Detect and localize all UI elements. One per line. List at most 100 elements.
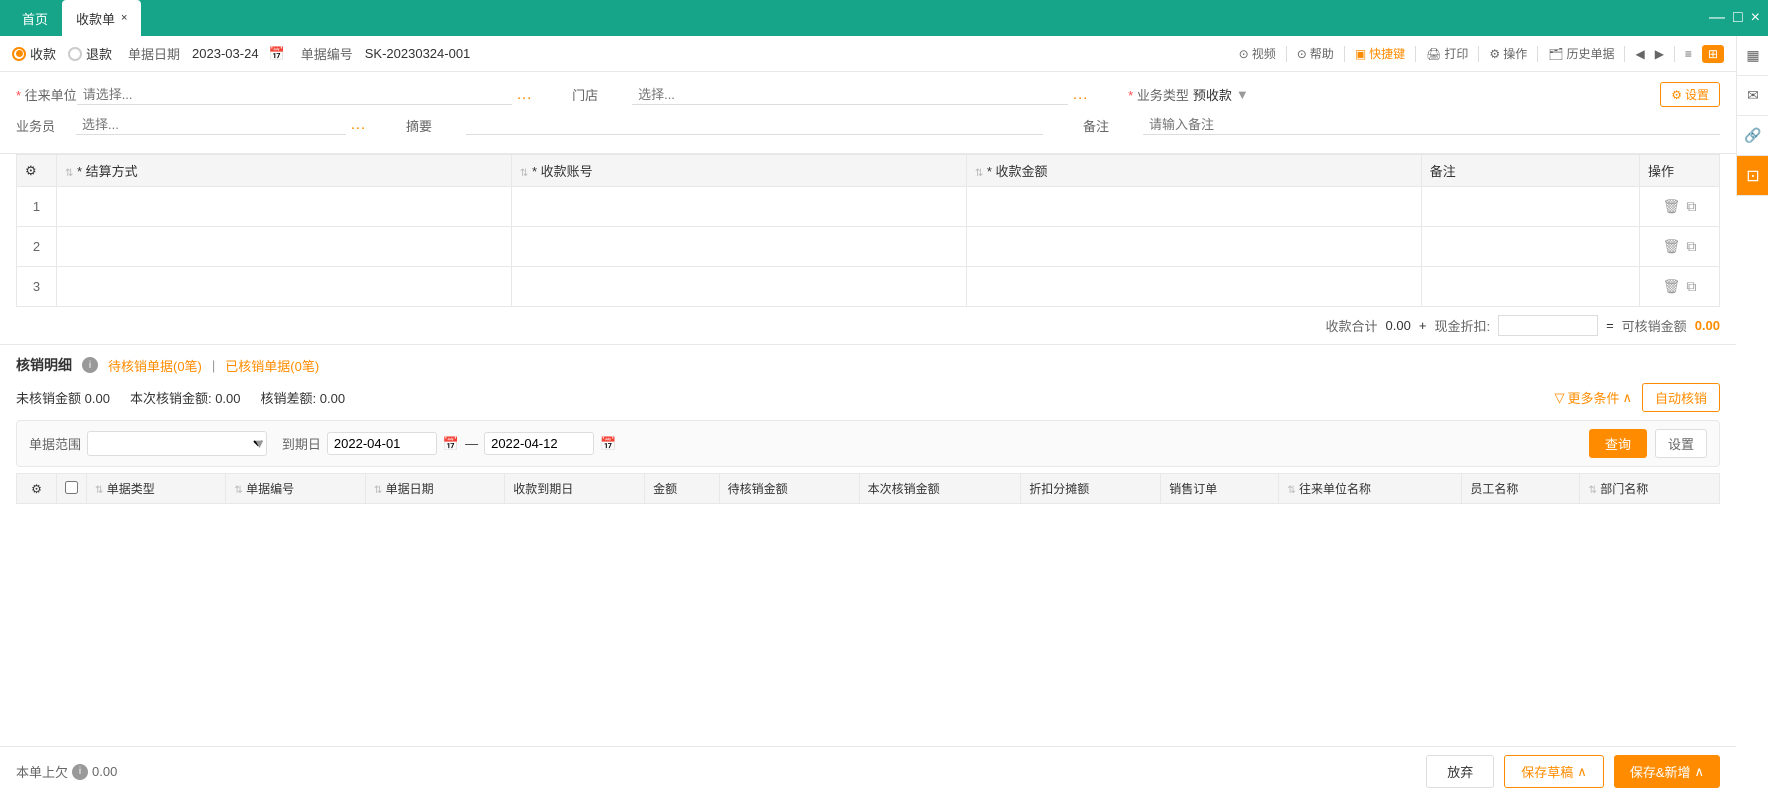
diff-item: 核销差额: 0.00 bbox=[261, 388, 346, 407]
prev-order-info-icon[interactable]: i bbox=[72, 764, 88, 780]
cell-account-1[interactable] bbox=[511, 187, 966, 227]
cell-amount-3[interactable] bbox=[966, 267, 1421, 307]
number-field: 单据编号 SK-20230324-001 bbox=[301, 44, 471, 63]
delete-icon-2[interactable]: 🗑 bbox=[1663, 238, 1681, 255]
delete-icon-1[interactable]: 🗑 bbox=[1663, 198, 1681, 215]
history-btn[interactable]: 🗂 历史单据 bbox=[1548, 45, 1614, 62]
save-new-button[interactable]: 保存&新增 ∧ bbox=[1614, 755, 1720, 788]
sidebar-table-btn[interactable]: ▦ bbox=[1737, 36, 1768, 76]
cell-amount-1[interactable] bbox=[966, 187, 1421, 227]
summary-input[interactable] bbox=[466, 115, 1043, 135]
calendar-icon[interactable]: 📅 bbox=[269, 46, 285, 62]
cell-account-2[interactable] bbox=[511, 227, 966, 267]
equals-sign: = bbox=[1606, 318, 1614, 333]
prev-order-value: 0.00 bbox=[92, 764, 117, 779]
print-btn[interactable]: 🖨 打印 bbox=[1426, 45, 1468, 62]
done-tab[interactable]: 已核销单据(0笔) bbox=[225, 356, 319, 375]
store-input[interactable] bbox=[632, 85, 1068, 105]
table-row: 2 🗑 ⧉ bbox=[17, 227, 1720, 267]
cell-action-1: 🗑 ⧉ bbox=[1640, 187, 1720, 227]
cell-remark-2[interactable] bbox=[1421, 227, 1639, 267]
settings-button[interactable]: ⚙ 设置 bbox=[1660, 82, 1720, 107]
tab-home-label: 首页 bbox=[22, 9, 48, 28]
query-form: 单据范围 ▼ 到期日 📅 — 📅 bbox=[16, 420, 1720, 467]
help-btn[interactable]: ⊙ 帮助 bbox=[1297, 45, 1334, 62]
counterpart-input[interactable] bbox=[77, 85, 512, 105]
radio-shoukuan[interactable]: 收款 bbox=[12, 44, 56, 63]
cell-remark-1[interactable] bbox=[1421, 187, 1639, 227]
writeoff-table-wrap: ⚙ ⇅ 单据类型 ⇅ 单据编号 ⇅ 单据日期 收款到期日 金额 待核销金额 bbox=[16, 473, 1720, 746]
radio-tuikuan[interactable]: 退款 bbox=[68, 44, 112, 63]
pending-tab[interactable]: 待核销单据(0笔) bbox=[108, 356, 202, 375]
counterpart-more-icon[interactable]: … bbox=[516, 86, 532, 104]
date-from-input[interactable] bbox=[327, 432, 437, 455]
table-row: 3 🗑 ⧉ bbox=[17, 267, 1720, 307]
nav-right-btn[interactable]: ▶ bbox=[1655, 47, 1664, 61]
more-conditions-label: 更多条件 bbox=[1567, 388, 1619, 407]
range-select[interactable] bbox=[87, 431, 267, 456]
form-area: 往来单位 … 门店 … 业务类型 预收款 ▼ bbox=[0, 72, 1736, 154]
salesperson-input[interactable] bbox=[76, 115, 346, 135]
date-to-input[interactable] bbox=[484, 432, 594, 455]
nav-left-btn[interactable]: ◀ bbox=[1635, 47, 1644, 61]
operation-label: 操作 bbox=[1503, 45, 1527, 62]
gear-icon: ⚙ bbox=[1671, 88, 1682, 102]
info-icon[interactable]: i bbox=[82, 357, 98, 373]
cell-remark-3[interactable] bbox=[1421, 267, 1639, 307]
minimize-icon[interactable]: — bbox=[1709, 9, 1725, 27]
cell-account-3[interactable] bbox=[511, 267, 966, 307]
unchecked-label: 未核销金额 bbox=[16, 391, 81, 406]
col-gear-bottom[interactable]: ⚙ bbox=[17, 474, 57, 504]
video-btn[interactable]: ⊙ 视频 bbox=[1239, 45, 1276, 62]
copy-icon-1[interactable]: ⧉ bbox=[1686, 198, 1696, 215]
select-all-checkbox[interactable] bbox=[65, 481, 78, 494]
counterpart-label: 往来单位 bbox=[16, 85, 77, 104]
auto-writeoff-button[interactable]: 自动核销 bbox=[1642, 383, 1720, 412]
business-type-label: 业务类型 bbox=[1128, 85, 1189, 104]
maximize-icon[interactable]: □ bbox=[1733, 9, 1743, 27]
cell-settlement-3[interactable] bbox=[57, 267, 512, 307]
cell-settlement-1[interactable] bbox=[57, 187, 512, 227]
col-checkbox[interactable] bbox=[57, 474, 87, 504]
col-gear[interactable]: ⚙ bbox=[17, 155, 57, 187]
calendar-from-icon[interactable]: 📅 bbox=[443, 436, 459, 452]
cell-settlement-2[interactable] bbox=[57, 227, 512, 267]
save-draft-button[interactable]: 保存草稿 ∧ bbox=[1504, 755, 1604, 788]
tab-home[interactable]: 首页 bbox=[8, 0, 62, 36]
grid-view-btn[interactable]: ⊞ bbox=[1702, 45, 1724, 63]
sidebar-camera-btn[interactable]: ⊡ bbox=[1737, 156, 1768, 196]
writeoff-section: 核销明细 i 待核销单据(0笔) | 已核销单据(0笔) 未核销金额 0.00 bbox=[0, 345, 1736, 746]
query-settings-button[interactable]: 设置 bbox=[1655, 429, 1707, 458]
calendar-to-icon[interactable]: 📅 bbox=[600, 436, 616, 452]
col-amount: ⇅ * 收款金额 bbox=[966, 155, 1421, 187]
shortcut-btn[interactable]: ▣ 快捷键 bbox=[1355, 45, 1405, 62]
abandon-button[interactable]: 放弃 bbox=[1426, 755, 1494, 788]
query-button[interactable]: 查询 bbox=[1589, 429, 1647, 458]
tab-close-icon[interactable]: × bbox=[121, 12, 127, 24]
tab-current[interactable]: 收款单 × bbox=[62, 0, 141, 36]
summary-row: 未核销金额 0.00 本次核销金额: 0.00 核销差额: 0.00 ▽ bbox=[16, 383, 1720, 412]
current-item: 本次核销金额: 0.00 bbox=[130, 388, 241, 407]
cell-amount-2[interactable] bbox=[966, 227, 1421, 267]
business-type-dropdown-icon[interactable]: ▼ bbox=[1236, 87, 1249, 102]
settings-btn-label: 设置 bbox=[1685, 86, 1709, 103]
operation-btn[interactable]: ⚙ 操作 bbox=[1489, 45, 1527, 62]
sidebar-attach-btn[interactable]: 🔗 bbox=[1737, 116, 1768, 156]
remark-input[interactable] bbox=[1143, 115, 1720, 135]
list-view-btn[interactable]: ≡ bbox=[1685, 47, 1692, 61]
right-sidebar: ▦ ✉ 🔗 ⊡ bbox=[1736, 36, 1768, 196]
attach-icon: 🔗 bbox=[1744, 127, 1761, 144]
copy-icon-3[interactable]: ⧉ bbox=[1686, 278, 1696, 295]
more-conditions-btn[interactable]: ▽ 更多条件 ∧ bbox=[1554, 388, 1632, 407]
salesperson-more-icon[interactable]: … bbox=[350, 116, 366, 134]
discount-input[interactable] bbox=[1498, 315, 1598, 336]
store-more-icon[interactable]: … bbox=[1072, 86, 1088, 104]
col-discount: 折扣分摊额 bbox=[1021, 474, 1161, 504]
col-settlement: ⇅ * 结算方式 bbox=[57, 155, 512, 187]
close-icon[interactable]: × bbox=[1751, 9, 1760, 27]
col-amount: 金额 bbox=[645, 474, 720, 504]
sidebar-email-btn[interactable]: ✉ bbox=[1737, 76, 1768, 116]
help-icon: ⊙ bbox=[1297, 47, 1307, 61]
copy-icon-2[interactable]: ⧉ bbox=[1686, 238, 1696, 255]
delete-icon-3[interactable]: 🗑 bbox=[1663, 278, 1681, 295]
